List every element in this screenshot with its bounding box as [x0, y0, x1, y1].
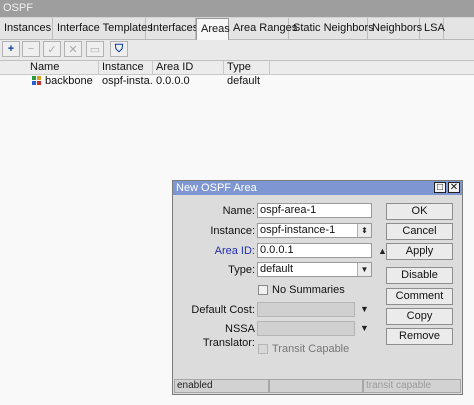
- toolbar: + − ✓ ✕ ▭ ⛉: [0, 40, 474, 61]
- tab-neighbors[interactable]: Neighbors: [368, 18, 422, 39]
- new-ospf-area-dialog: New OSPF Area □ ✕ Name: ospf-area-1 Inst…: [172, 180, 463, 395]
- no-summaries-label: No Summaries: [272, 284, 345, 296]
- name-label: Name:: [222, 205, 255, 217]
- column-header-instance[interactable]: Instance: [99, 61, 153, 74]
- table-header: Name Instance Area ID Type: [0, 61, 474, 75]
- type-dropdown-icon[interactable]: ▼: [357, 263, 371, 276]
- cancel-button[interactable]: Cancel: [386, 223, 453, 240]
- disable-button[interactable]: ✕: [64, 41, 82, 57]
- filter-button[interactable]: ⛉: [110, 41, 128, 57]
- row-instance: ospf-insta...: [102, 75, 153, 87]
- default-cost-label: Default Cost:: [191, 304, 255, 316]
- enable-button[interactable]: ✓: [43, 41, 61, 57]
- row-name-cell: backbone: [29, 75, 99, 88]
- comment-button[interactable]: Comment: [386, 288, 453, 305]
- instance-value: ospf-instance-1: [260, 224, 336, 236]
- row-name: backbone: [45, 75, 93, 87]
- copy-button[interactable]: Copy: [386, 308, 453, 325]
- column-header-area-id[interactable]: Area ID: [153, 61, 224, 74]
- instance-spinner-icon[interactable]: ⬍: [357, 224, 371, 237]
- tab-interfaces[interactable]: Interfaces: [146, 18, 198, 39]
- nssa-translator-label: NSSA Translator:: [202, 323, 255, 349]
- instance-select[interactable]: ospf-instance-1 ⬍: [257, 223, 372, 238]
- ok-button[interactable]: OK: [386, 203, 453, 220]
- disable-button[interactable]: Disable: [386, 267, 453, 284]
- row-type: default: [227, 75, 261, 87]
- table-row[interactable]: backbone ospf-insta... 0.0.0.0 default: [0, 75, 474, 88]
- row-area-id: 0.0.0.0: [156, 75, 190, 87]
- tab-area-ranges[interactable]: Area Ranges: [229, 18, 297, 39]
- no-summaries-checkbox[interactable]: [258, 285, 268, 295]
- nssa-translator-dropdown-icon[interactable]: ▼: [359, 323, 370, 333]
- nssa-translator-select[interactable]: [257, 321, 355, 336]
- remove-button[interactable]: −: [22, 41, 40, 57]
- close-icon[interactable]: ✕: [448, 182, 460, 193]
- transit-capable-label: Transit Capable: [272, 343, 350, 355]
- column-header-type[interactable]: Type: [224, 61, 270, 74]
- column-header-name[interactable]: Name: [27, 61, 99, 74]
- default-cost-field[interactable]: [257, 302, 355, 317]
- maximize-icon[interactable]: □: [434, 182, 446, 193]
- tab-static-neighbors[interactable]: Static Neighbors: [289, 18, 374, 39]
- tab-instances[interactable]: Instances: [0, 18, 53, 39]
- status-bar: enabled transit capable: [174, 379, 461, 393]
- dialog-title: New OSPF Area: [173, 181, 462, 195]
- area-id-field[interactable]: 0.0.0.1: [257, 243, 372, 258]
- comment-button[interactable]: ▭: [86, 41, 104, 57]
- tab-interface-templates[interactable]: Interface Templates: [53, 18, 153, 39]
- type-select[interactable]: default ▼: [257, 262, 372, 277]
- name-field[interactable]: ospf-area-1: [257, 203, 372, 218]
- status-transit-capable: transit capable: [363, 379, 461, 393]
- tab-areas[interactable]: Areas: [196, 18, 230, 40]
- default-cost-dropdown-icon[interactable]: ▼: [359, 304, 370, 314]
- remove-button[interactable]: Remove: [386, 328, 453, 345]
- type-value: default: [260, 263, 294, 275]
- status-enabled: enabled: [174, 379, 269, 393]
- tab-lsa[interactable]: LSA: [420, 18, 445, 39]
- area-id-label: Area ID:: [214, 245, 255, 257]
- tab-bar: Instances Interface Templates Interfaces…: [0, 18, 474, 40]
- transit-capable-checkbox[interactable]: [258, 344, 268, 354]
- window-title: OSPF: [0, 0, 474, 17]
- type-label: Type:: [228, 264, 255, 276]
- instance-label: Instance:: [210, 225, 255, 237]
- area-icon: [32, 76, 41, 85]
- status-empty: [269, 379, 363, 393]
- add-button[interactable]: +: [2, 41, 20, 57]
- apply-button[interactable]: Apply: [386, 243, 453, 260]
